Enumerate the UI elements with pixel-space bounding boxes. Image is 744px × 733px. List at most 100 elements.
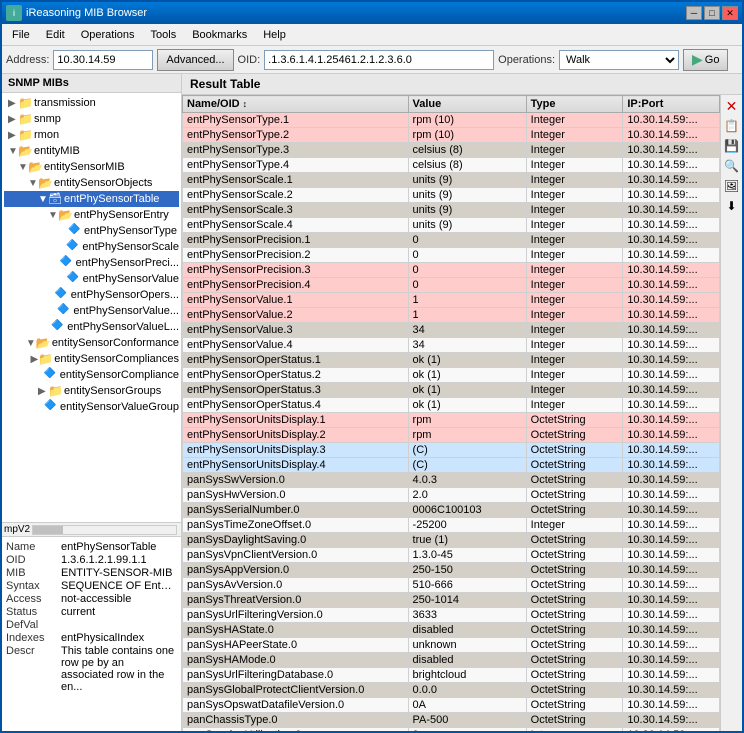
folder-icon: 📂 xyxy=(36,336,50,350)
table-row[interactable]: entPhySensorOperStatus.3ok (1)Integer10.… xyxy=(183,383,720,398)
table-row[interactable]: entPhySensorOperStatus.1ok (1)Integer10.… xyxy=(183,353,720,368)
tree-item-entitysensorcompliance[interactable]: 🔷 entitySensorCompliance xyxy=(4,367,179,383)
side-icon-close[interactable]: ✕ xyxy=(723,97,741,115)
address-input[interactable] xyxy=(53,50,153,70)
menu-bookmarks[interactable]: Bookmarks xyxy=(184,27,255,43)
table-row[interactable]: entPhySensorType.3celsius (8)Integer10.3… xyxy=(183,143,720,158)
tree-item-snmp[interactable]: ▶ 📁 snmp xyxy=(4,111,179,127)
tree-item-entphysensoropers[interactable]: 🔷 entPhySensorOpers... xyxy=(4,287,179,303)
side-icon-download[interactable]: ⬇ xyxy=(723,197,741,215)
table-row[interactable]: entPhySensorUnitsDisplay.1rpmOctetString… xyxy=(183,413,720,428)
tree-item-entitysensormib[interactable]: ▼ 📂 entitySensorMIB xyxy=(4,159,179,175)
data-table-container[interactable]: Name/OID ↕ Value Type IP: xyxy=(182,95,720,731)
table-row[interactable]: entPhySensorScale.3units (9)Integer10.30… xyxy=(183,203,720,218)
tree-container[interactable]: ▶ 📁 transmission ▶ 📁 snmp ▶ 📁 rmon xyxy=(2,93,181,522)
table-row[interactable]: entPhySensorUnitsDisplay.2rpmOctetString… xyxy=(183,428,720,443)
table-row[interactable]: panSysUrlFilteringDatabase.0brightcloudO… xyxy=(183,668,720,683)
table-row[interactable]: panSysAppVersion.0250-150OctetString10.3… xyxy=(183,563,720,578)
table-row[interactable]: entPhySensorPrecision.20Integer10.30.14.… xyxy=(183,248,720,263)
table-row[interactable]: entPhySensorScale.2units (9)Integer10.30… xyxy=(183,188,720,203)
table-row[interactable]: panSysOpswatDatafileVersion.00AOctetStri… xyxy=(183,698,720,713)
close-button[interactable]: ✕ xyxy=(722,6,738,20)
tree-item-entitysensorgroups[interactable]: ▶ 📁 entitySensorGroups xyxy=(4,383,179,399)
side-icon-copy[interactable]: 📋 xyxy=(723,117,741,135)
table-row[interactable]: panSysGlobalProtectClientVersion.00.0.0O… xyxy=(183,683,720,698)
tree-toggle[interactable]: ▼ xyxy=(8,146,18,157)
table-cell-ip: 10.30.14.59:... xyxy=(623,458,720,473)
tree-item-entitysensorvaluegroup[interactable]: 🔷 entitySensorValueGroup xyxy=(4,399,179,415)
tree-toggle[interactable]: ▼ xyxy=(28,178,38,189)
table-row[interactable]: panSysDaylightSaving.0true (1)OctetStrin… xyxy=(183,533,720,548)
tree-toggle[interactable]: ▶ xyxy=(8,130,18,141)
tree-toggle[interactable]: ▶ xyxy=(38,386,48,397)
oid-input[interactable] xyxy=(264,50,494,70)
table-row[interactable]: entPhySensorPrecision.40Integer10.30.14.… xyxy=(183,278,720,293)
tree-toggle[interactable]: ▼ xyxy=(26,338,36,349)
menu-operations[interactable]: Operations xyxy=(73,27,143,43)
table-row[interactable]: entPhySensorPrecision.10Integer10.30.14.… xyxy=(183,233,720,248)
table-row[interactable]: panSysHAMode.0disabledOctetString10.30.1… xyxy=(183,653,720,668)
tree-item-entphysensorscale[interactable]: 🔷 entPhySensorScale xyxy=(4,239,179,255)
table-row[interactable]: entPhySensorType.1rpm (10)Integer10.30.1… xyxy=(183,113,720,128)
tree-toggle[interactable]: ▼ xyxy=(38,194,48,205)
table-row[interactable]: entPhySensorScale.1units (9)Integer10.30… xyxy=(183,173,720,188)
table-row[interactable]: panSysHAState.0disabledOctetString10.30.… xyxy=(183,623,720,638)
table-row[interactable]: panSysSerialNumber.00006C100103OctetStri… xyxy=(183,503,720,518)
table-cell-type: Integer xyxy=(526,113,623,128)
table-row[interactable]: panChassisType.0PA-500OctetString10.30.1… xyxy=(183,713,720,728)
tree-item-entphysensortype[interactable]: 🔷 entPhySensorType xyxy=(4,223,179,239)
menu-help[interactable]: Help xyxy=(255,27,294,43)
maximize-button[interactable]: □ xyxy=(704,6,720,20)
table-row[interactable]: entPhySensorOperStatus.2ok (1)Integer10.… xyxy=(183,368,720,383)
tree-item-entphysensorvalue[interactable]: 🔷 entPhySensorValue xyxy=(4,271,179,287)
tree-item-entphysensorentry[interactable]: ▼ 📂 entPhySensorEntry xyxy=(4,207,179,223)
tree-toggle[interactable]: ▶ xyxy=(8,98,18,109)
side-icon-save[interactable]: 💾 xyxy=(723,137,741,155)
table-row[interactable]: panSysUrlFilteringVersion.03633OctetStri… xyxy=(183,608,720,623)
table-row[interactable]: panSysHAPeerState.0unknownOctetString10.… xyxy=(183,638,720,653)
tree-item-entitysensorcompliances[interactable]: ▶ 📁 entitySensorCompliances xyxy=(4,351,179,367)
table-row[interactable]: entPhySensorPrecision.30Integer10.30.14.… xyxy=(183,263,720,278)
menu-file[interactable]: File xyxy=(4,27,38,43)
side-icon-search[interactable]: 🔍 xyxy=(723,157,741,175)
minimize-button[interactable]: ─ xyxy=(686,6,702,20)
side-icon-image[interactable]: 🖼 xyxy=(723,177,741,195)
table-row[interactable]: panSysSwVersion.04.0.3OctetString10.30.1… xyxy=(183,473,720,488)
table-row[interactable]: entPhySensorUnitsDisplay.3(C)OctetString… xyxy=(183,443,720,458)
tree-item-rmon[interactable]: ▶ 📁 rmon xyxy=(4,127,179,143)
table-row[interactable]: entPhySensorValue.334Integer10.30.14.59:… xyxy=(183,323,720,338)
table-row[interactable]: panSysTimeZoneOffset.0-25200Integer10.30… xyxy=(183,518,720,533)
tree-item-transmission[interactable]: ▶ 📁 transmission xyxy=(4,95,179,111)
table-row[interactable]: entPhySensorType.4celsius (8)Integer10.3… xyxy=(183,158,720,173)
table-row[interactable]: entPhySensorValue.11Integer10.30.14.59:.… xyxy=(183,293,720,308)
tree-toggle[interactable]: ▶ xyxy=(30,354,38,365)
tree-toggle[interactable]: ▼ xyxy=(18,162,28,173)
table-row[interactable]: panSysVpnClientVersion.01.3.0-45OctetStr… xyxy=(183,548,720,563)
table-row[interactable]: panSysHwVersion.02.0OctetString10.30.14.… xyxy=(183,488,720,503)
menu-tools[interactable]: Tools xyxy=(143,27,185,43)
tree-item-entitymib[interactable]: ▼ 📂 entityMIB xyxy=(4,143,179,159)
menu-edit[interactable]: Edit xyxy=(38,27,73,43)
table-cell-ip: 10.30.14.59:... xyxy=(623,473,720,488)
tree-toggle[interactable]: ▼ xyxy=(48,210,58,221)
horizontal-scrollbar[interactable] xyxy=(32,525,177,535)
tree-item-entphysensorvalue1[interactable]: 🔷 entPhySensorValue... xyxy=(4,303,179,319)
tree-item-entitysensorconformance[interactable]: ▼ 📂 entitySensorConformance xyxy=(4,335,179,351)
table-row[interactable]: entPhySensorValue.21Integer10.30.14.59:.… xyxy=(183,308,720,323)
tree-item-entitysensorobjects[interactable]: ▼ 📂 entitySensorObjects xyxy=(4,175,179,191)
advanced-button[interactable]: Advanced... xyxy=(157,49,233,71)
table-row[interactable]: panSessionUtilization.00Integer10.30.14.… xyxy=(183,728,720,732)
tree-item-entphysensortable[interactable]: ▼ 🗃 entPhySensorTable xyxy=(4,191,179,207)
table-row[interactable]: entPhySensorOperStatus.4ok (1)Integer10.… xyxy=(183,398,720,413)
table-row[interactable]: entPhySensorScale.4units (9)Integer10.30… xyxy=(183,218,720,233)
tree-item-entphysensorvaluel[interactable]: 🔷 entPhySensorValueL... xyxy=(4,319,179,335)
table-row[interactable]: panSysAvVersion.0510-666OctetString10.30… xyxy=(183,578,720,593)
tree-item-entphysensorpreci[interactable]: 🔷 entPhySensorPreci... xyxy=(4,255,179,271)
table-row[interactable]: entPhySensorValue.434Integer10.30.14.59:… xyxy=(183,338,720,353)
go-button[interactable]: ▶ Go xyxy=(683,49,728,71)
table-row[interactable]: entPhySensorUnitsDisplay.4(C)OctetString… xyxy=(183,458,720,473)
operations-select[interactable]: Walk Get GetNext Set xyxy=(559,50,679,70)
table-row[interactable]: entPhySensorType.2rpm (10)Integer10.30.1… xyxy=(183,128,720,143)
tree-toggle[interactable]: ▶ xyxy=(8,114,18,125)
table-row[interactable]: panSysThreatVersion.0250-1014OctetString… xyxy=(183,593,720,608)
